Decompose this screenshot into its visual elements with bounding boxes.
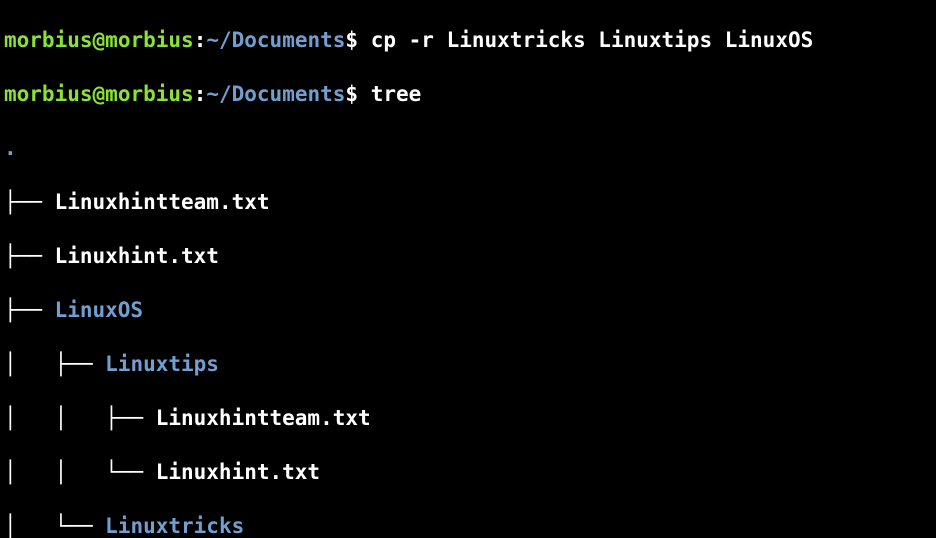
tree-branch: │ │ └──: [4, 460, 156, 484]
prompt-user: morbius: [4, 28, 93, 52]
tree-root: .: [4, 135, 932, 162]
prompt-at: @: [93, 28, 106, 52]
tree-file: Linuxhintteam.txt: [55, 190, 270, 214]
prompt-line-1[interactable]: morbius@morbius:~/Documents$ cp -r Linux…: [4, 27, 932, 54]
prompt-host: morbius: [105, 82, 194, 106]
tree-row: │ └── Linuxtricks: [4, 513, 932, 538]
tree-branch: │ │ ├──: [4, 406, 156, 430]
tree-branch: ├──: [4, 190, 55, 214]
prompt-line-2[interactable]: morbius@morbius:~/Documents$ tree: [4, 81, 932, 108]
tree-dir: Linuxtips: [105, 352, 219, 376]
prompt-colon: :: [194, 82, 207, 106]
tree-branch: │ ├──: [4, 352, 105, 376]
tree-branch: ├──: [4, 244, 55, 268]
tree-row: ├── Linuxhint.txt: [4, 243, 932, 270]
tree-dir: LinuxOS: [55, 298, 144, 322]
tree-dir: Linuxtricks: [105, 514, 244, 538]
tree-branch: │ └──: [4, 514, 105, 538]
prompt-dollar: $: [345, 28, 358, 52]
prompt-colon: :: [194, 28, 207, 52]
command-text: tree: [371, 82, 422, 106]
tree-row: ├── Linuxhintteam.txt: [4, 189, 932, 216]
prompt-path: ~/Documents: [206, 28, 345, 52]
tree-file: Linuxhint.txt: [156, 460, 320, 484]
tree-row: │ ├── Linuxtips: [4, 351, 932, 378]
tree-branch: ├──: [4, 298, 55, 322]
tree-row: │ │ └── Linuxhint.txt: [4, 459, 932, 486]
terminal-output: morbius@morbius:~/Documents$ cp -r Linux…: [0, 0, 936, 538]
prompt-host: morbius: [105, 28, 194, 52]
tree-file: Linuxhintteam.txt: [156, 406, 371, 430]
prompt-path: ~/Documents: [206, 82, 345, 106]
prompt-at: @: [93, 82, 106, 106]
tree-row: ├── LinuxOS: [4, 297, 932, 324]
command-text: cp -r Linuxtricks Linuxtips LinuxOS: [371, 28, 814, 52]
tree-row: │ │ ├── Linuxhintteam.txt: [4, 405, 932, 432]
tree-root-dot: .: [4, 136, 17, 160]
prompt-user: morbius: [4, 82, 93, 106]
prompt-dollar: $: [345, 82, 358, 106]
tree-file: Linuxhint.txt: [55, 244, 219, 268]
